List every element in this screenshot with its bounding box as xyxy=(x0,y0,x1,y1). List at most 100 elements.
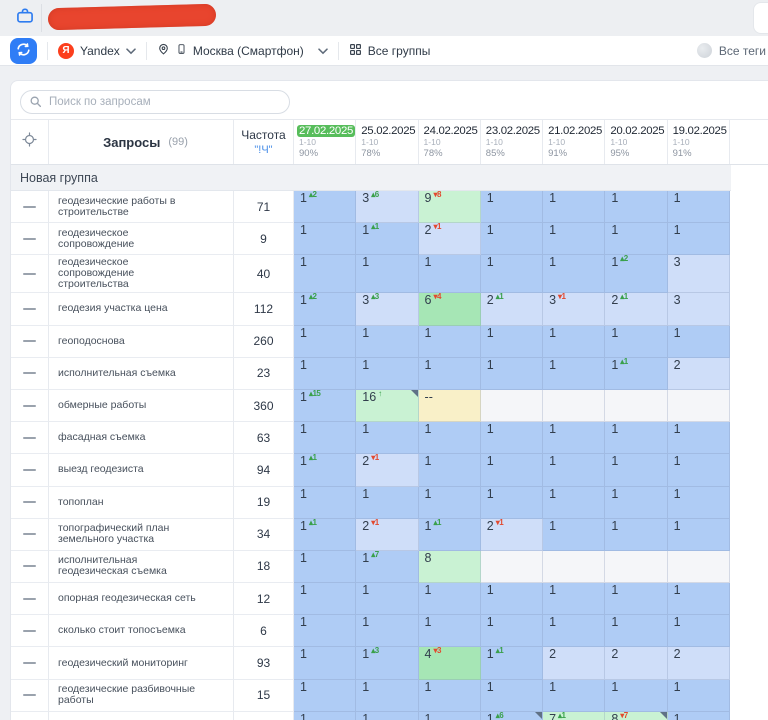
position-cell[interactable]: 1 xyxy=(356,615,419,648)
position-cell[interactable]: 1 xyxy=(543,255,606,294)
position-cell[interactable]: 8 ▾7 xyxy=(605,711,668,720)
position-cell[interactable]: 1 xyxy=(418,454,481,487)
position-cell[interactable]: 1 xyxy=(543,583,606,616)
keyword-cell[interactable]: сколько стоит топосъемка xyxy=(49,615,234,648)
position-cell[interactable]: 1 xyxy=(667,486,730,519)
position-cell[interactable]: 1 xyxy=(667,711,730,720)
position-cell[interactable]: 1 xyxy=(480,583,544,616)
row-drag-handle[interactable] xyxy=(11,486,49,519)
position-cell[interactable]: 1 xyxy=(294,255,357,294)
keyword-cell[interactable]: геодезия участка цена xyxy=(49,293,234,326)
position-cell[interactable]: 1 ▴7 xyxy=(356,550,419,584)
position-cell[interactable]: 1 xyxy=(418,422,481,455)
position-cell[interactable]: 2 ▾1 xyxy=(480,518,544,551)
position-cell[interactable]: 1 ▴2 xyxy=(294,190,357,224)
position-cell[interactable]: 1 xyxy=(418,486,481,519)
keyword-cell[interactable]: исполнительная геодезическая съемка xyxy=(49,550,234,584)
position-cell[interactable]: 1 xyxy=(667,615,730,648)
position-cell[interactable]: 1 xyxy=(543,325,606,358)
position-cell[interactable]: 1 xyxy=(480,679,544,712)
position-cell[interactable]: 1 xyxy=(543,615,606,648)
position-cell[interactable]: 1 ▴1 xyxy=(418,518,481,551)
position-cell[interactable]: 1 xyxy=(294,422,357,455)
position-cell[interactable]: 1 xyxy=(480,325,544,358)
position-cell[interactable]: 1 ▴6 xyxy=(480,711,544,720)
position-cell[interactable]: 1 xyxy=(294,647,357,680)
position-cell[interactable]: 1 xyxy=(667,518,730,551)
position-cell[interactable]: 3 xyxy=(667,293,730,326)
position-cell[interactable]: 1 xyxy=(543,191,606,224)
position-cell[interactable]: 1 xyxy=(418,615,481,648)
keyword-cell[interactable]: геодезические работы в строительстве xyxy=(49,191,234,224)
position-cell[interactable]: 1 xyxy=(294,357,357,390)
position-cell[interactable]: 1 xyxy=(356,583,419,616)
position-cell[interactable]: 1 xyxy=(356,357,419,390)
position-cell[interactable]: 2 ▴1 xyxy=(480,292,544,326)
row-drag-handle[interactable] xyxy=(11,454,49,487)
position-cell[interactable] xyxy=(605,389,668,423)
position-cell[interactable]: 1 ▴15 xyxy=(294,389,357,423)
position-cell[interactable]: 1 ▴1 xyxy=(480,646,544,680)
position-cell[interactable]: 1 xyxy=(605,191,668,224)
position-cell[interactable]: 1 xyxy=(294,325,357,358)
position-cell[interactable]: 2 xyxy=(667,357,730,390)
keyword-cell[interactable]: выезд геодезиста xyxy=(49,454,234,487)
row-drag-handle[interactable] xyxy=(11,422,49,455)
position-cell[interactable]: 1 xyxy=(294,486,357,519)
position-cell[interactable]: 1 xyxy=(294,550,357,584)
keywords-column-header[interactable]: Запросы (99) xyxy=(49,120,234,164)
position-cell[interactable]: 1 xyxy=(605,583,668,616)
position-cell[interactable]: 2 ▾1 xyxy=(418,222,481,256)
refresh-button[interactable] xyxy=(10,37,37,64)
position-cell[interactable]: 1 xyxy=(605,518,668,551)
position-cell[interactable]: 1 xyxy=(543,422,606,455)
position-cell[interactable]: 1 ▴1 xyxy=(605,357,668,390)
groups-filter[interactable]: Все группы xyxy=(349,43,430,59)
row-drag-handle[interactable] xyxy=(11,255,49,294)
tags-toggle[interactable] xyxy=(696,43,712,58)
position-cell[interactable]: 3 xyxy=(667,255,730,294)
position-cell[interactable]: 1 xyxy=(418,255,481,294)
position-cell[interactable]: 1 xyxy=(543,357,606,390)
position-cell[interactable]: 1 xyxy=(605,223,668,256)
date-column-header[interactable]: 24.02.2025 1-10 78% xyxy=(419,120,481,164)
position-cell[interactable]: 1 xyxy=(356,422,419,455)
keyword-cell[interactable]: геоподоснова xyxy=(49,325,234,358)
date-column-header[interactable]: 20.02.2025 1-10 95% xyxy=(605,120,668,164)
row-drag-handle[interactable] xyxy=(11,293,49,326)
keyword-cell[interactable]: геодезические услуги xyxy=(49,711,234,720)
position-cell[interactable]: 1 xyxy=(543,454,606,487)
project-icon-button[interactable] xyxy=(8,4,42,32)
position-cell[interactable]: 1 xyxy=(294,583,357,616)
row-drag-handle[interactable] xyxy=(11,518,49,551)
position-cell[interactable] xyxy=(480,389,544,423)
position-cell[interactable] xyxy=(667,389,730,423)
keyword-cell[interactable]: геодезическое сопровождение строительств… xyxy=(49,255,234,294)
position-cell[interactable]: 1 xyxy=(667,325,730,358)
position-cell[interactable]: 1 xyxy=(294,223,357,256)
position-cell[interactable]: 1 ▴1 xyxy=(294,518,357,551)
position-cell[interactable]: 1 ▴1 xyxy=(294,453,357,487)
position-cell[interactable]: 1 xyxy=(543,486,606,519)
keyword-cell[interactable]: геодезический мониторинг xyxy=(49,647,234,680)
position-cell[interactable]: 1 xyxy=(605,325,668,358)
position-cell[interactable]: 1 xyxy=(667,422,730,455)
position-cell[interactable]: 8 xyxy=(418,550,481,584)
position-cell[interactable]: 1 ▴2 xyxy=(294,292,357,326)
position-cell[interactable]: 1 xyxy=(605,454,668,487)
position-cell[interactable]: 7 ▴1 xyxy=(543,711,606,720)
position-cell[interactable]: 9 ▾8 xyxy=(418,190,481,224)
keyword-cell[interactable]: топоплан xyxy=(49,486,234,519)
position-cell[interactable]: 1 xyxy=(480,191,544,224)
position-cell[interactable]: 4 ▾3 xyxy=(418,646,481,680)
position-cell[interactable] xyxy=(543,389,606,423)
row-drag-handle[interactable] xyxy=(11,615,49,648)
position-cell[interactable]: 2 ▴1 xyxy=(605,292,668,326)
position-cell[interactable]: 1 xyxy=(605,679,668,712)
position-cell[interactable]: 1 xyxy=(543,518,606,551)
date-column-header[interactable]: 27.02.2025 1-10 90% xyxy=(294,120,357,164)
row-drag-handle[interactable] xyxy=(11,389,49,423)
position-cell[interactable]: 2 ▾1 xyxy=(356,453,419,487)
position-cell[interactable]: 2 xyxy=(667,647,730,680)
keyword-cell[interactable]: опорная геодезическая сеть xyxy=(49,583,234,616)
